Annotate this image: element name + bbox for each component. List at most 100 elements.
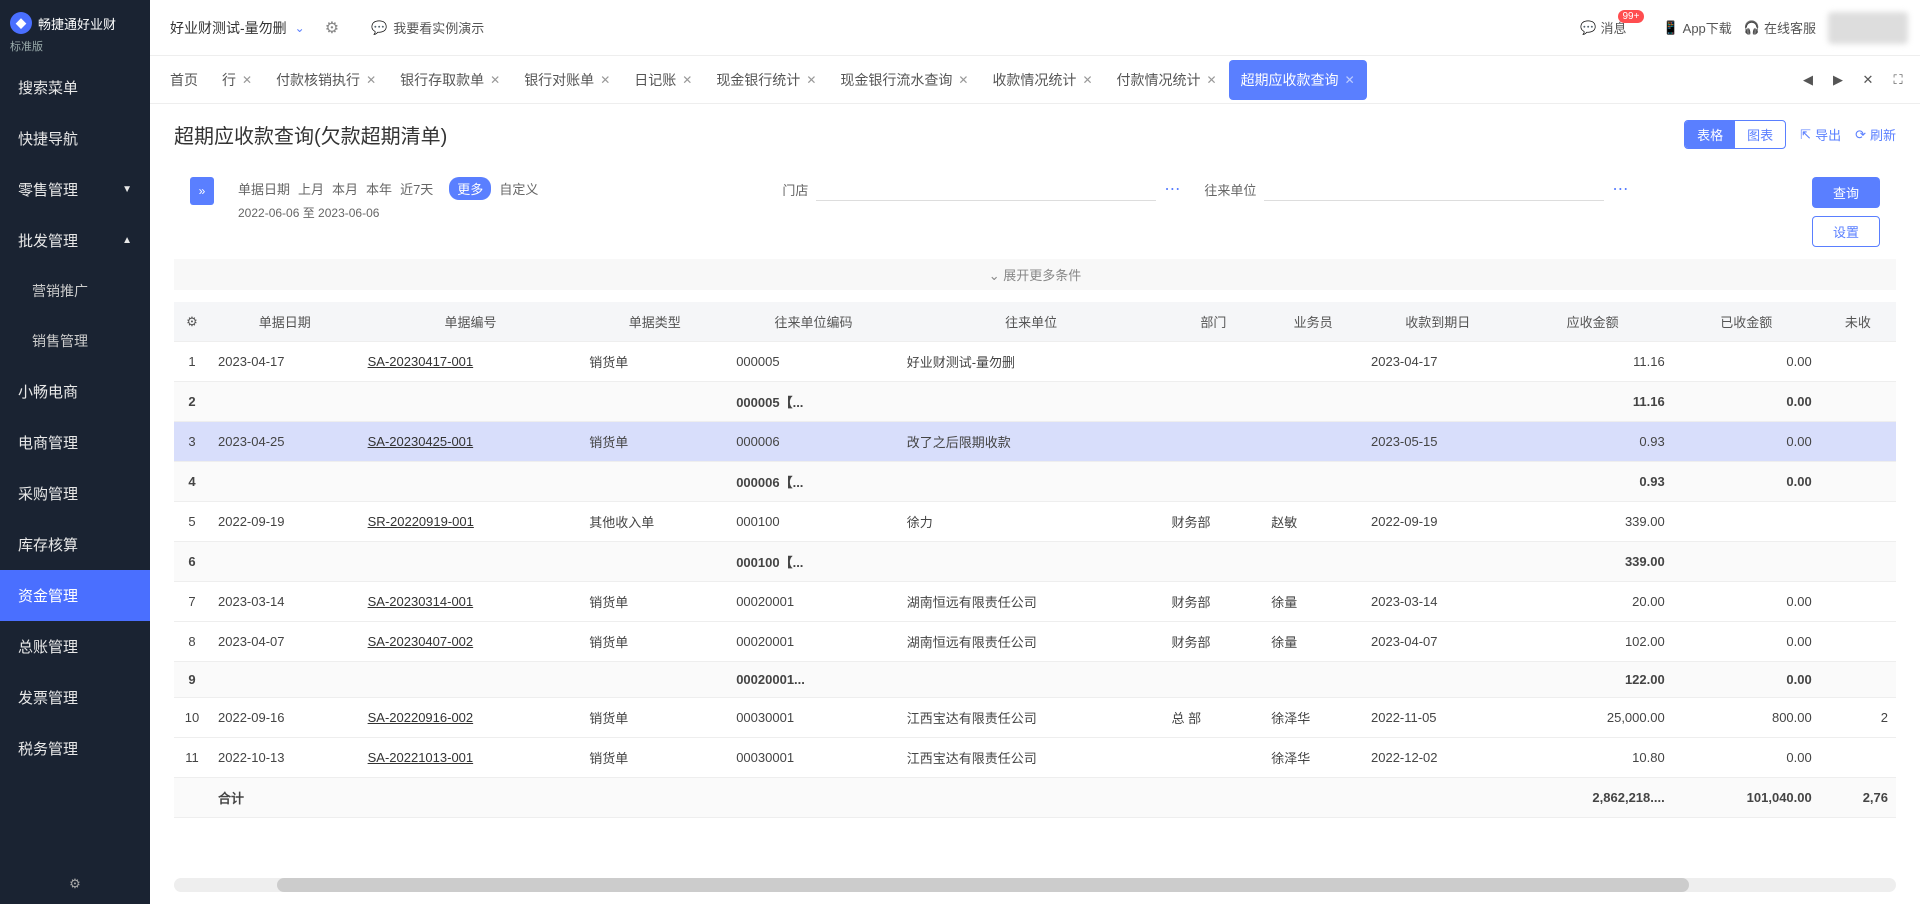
table-row[interactable]: 900020001...122.000.00 xyxy=(174,662,1896,698)
scrollbar-thumb[interactable] xyxy=(277,878,1689,892)
tab[interactable]: 超期应收款查询✕ xyxy=(1229,60,1367,100)
doc-link[interactable]: SA-20230425-001 xyxy=(368,434,474,449)
messages-button[interactable]: 💬 消息 99+ xyxy=(1580,18,1626,37)
user-avatar[interactable] xyxy=(1828,12,1908,44)
close-icon[interactable]: ✕ xyxy=(1082,73,1092,87)
tab-fullscreen[interactable]: ⛶ xyxy=(1884,66,1912,94)
partner-more-icon[interactable]: ⋯ xyxy=(1612,179,1628,199)
table-row[interactable]: 32023-04-25SA-20230425-001销货单000006改了之后限… xyxy=(174,422,1896,462)
table-header[interactable]: 单据编号 xyxy=(360,302,582,342)
date-chip[interactable]: 近7天 xyxy=(400,182,433,197)
tab[interactable]: 收款情况统计✕ xyxy=(980,60,1104,100)
tab[interactable]: 现金银行统计✕ xyxy=(704,60,828,100)
sidebar-item[interactable]: 销售管理 xyxy=(0,316,150,366)
table-header[interactable]: 收款到期日 xyxy=(1363,302,1513,342)
sidebar-item[interactable]: 电商管理 xyxy=(0,417,150,468)
close-icon[interactable]: ✕ xyxy=(1345,73,1355,87)
date-chip[interactable]: 本月 xyxy=(332,182,358,197)
table-row[interactable]: 52022-09-19SR-20220919-001其他收入单000100徐力财… xyxy=(174,502,1896,542)
table-header[interactable]: 业务员 xyxy=(1263,302,1363,342)
view-chart-pill[interactable]: 图表 xyxy=(1735,121,1785,148)
table-header[interactable]: 往来单位编码 xyxy=(728,302,898,342)
close-icon[interactable]: ✕ xyxy=(682,73,692,87)
tab[interactable]: 银行对账单✕ xyxy=(512,60,622,100)
doc-link[interactable]: SA-20230407-002 xyxy=(368,634,474,649)
sidebar-item[interactable]: 采购管理 xyxy=(0,468,150,519)
horizontal-scrollbar[interactable] xyxy=(174,878,1896,892)
date-chip[interactable]: 上月 xyxy=(298,182,324,197)
sidebar-item[interactable]: 发票管理 xyxy=(0,672,150,723)
tab[interactable]: 现金银行流水查询✕ xyxy=(828,60,980,100)
table-header[interactable]: 未收 xyxy=(1820,302,1896,342)
query-button[interactable]: 查询 xyxy=(1812,177,1880,208)
table-row[interactable]: 12023-04-17SA-20230417-001销货单000005好业财测试… xyxy=(174,342,1896,382)
gear-icon[interactable]: ⚙ xyxy=(325,18,339,38)
close-icon[interactable]: ✕ xyxy=(366,73,376,87)
table-row[interactable]: 72023-03-14SA-20230314-001销货单00020001湖南恒… xyxy=(174,582,1896,622)
date-chip-more[interactable]: 更多 xyxy=(449,177,491,200)
close-icon[interactable]: ✕ xyxy=(242,73,252,87)
table-header[interactable]: 已收金额 xyxy=(1673,302,1820,342)
data-table-wrap[interactable]: ⚙ 单据日期单据编号单据类型往来单位编码往来单位部门业务员收款到期日应收金额已收金… xyxy=(174,302,1896,874)
date-chip[interactable]: 本年 xyxy=(366,182,392,197)
gear-icon[interactable]: ⚙ xyxy=(186,314,198,329)
sidebar-item[interactable]: 快捷导航 xyxy=(0,113,150,164)
doc-link[interactable]: SA-20230417-001 xyxy=(368,354,474,369)
close-icon[interactable]: ✕ xyxy=(490,73,500,87)
tab[interactable]: 付款情况统计✕ xyxy=(1105,60,1229,100)
partner-filter-input[interactable] xyxy=(1264,177,1604,201)
tab-close-all[interactable]: ✕ xyxy=(1854,66,1882,94)
table-row[interactable]: 2000005【...11.160.00 xyxy=(174,382,1896,422)
customer-service-button[interactable]: 🎧 在线客服 xyxy=(1744,18,1816,37)
doc-link[interactable]: SA-20230314-001 xyxy=(368,594,474,609)
close-icon[interactable]: ✕ xyxy=(958,73,968,87)
doc-link[interactable]: SA-20220916-002 xyxy=(368,710,474,725)
tab[interactable]: 银行存取款单✕ xyxy=(388,60,512,100)
close-icon[interactable]: ✕ xyxy=(600,73,610,87)
refresh-button[interactable]: ⟳ 刷新 xyxy=(1855,125,1896,144)
store-more-icon[interactable]: ⋯ xyxy=(1164,179,1180,199)
org-selector[interactable]: 好业财测试-量勿删 ⌄ xyxy=(162,14,313,42)
table-header[interactable]: 往来单位 xyxy=(899,302,1164,342)
table-cell: 00020001 xyxy=(728,622,898,662)
doc-link[interactable]: SR-20220919-001 xyxy=(368,514,474,529)
tab[interactable]: 首页 xyxy=(158,60,210,100)
expand-filters-button[interactable]: ⌄ 展开更多条件 xyxy=(174,259,1896,290)
store-filter-input[interactable] xyxy=(816,177,1156,201)
sidebar-item[interactable]: 批发管理▲ xyxy=(0,215,150,266)
tab[interactable]: 行✕ xyxy=(210,60,264,100)
table-row[interactable]: 82023-04-07SA-20230407-002销货单00020001湖南恒… xyxy=(174,622,1896,662)
table-row[interactable]: 112022-10-13SA-20221013-001销货单00030001江西… xyxy=(174,738,1896,778)
tab-scroll-left[interactable]: ◀ xyxy=(1794,66,1822,94)
close-icon[interactable]: ✕ xyxy=(1207,73,1217,87)
table-header[interactable]: 应收金额 xyxy=(1513,302,1673,342)
sidebar-item[interactable]: 税务管理 xyxy=(0,723,150,774)
demo-link[interactable]: 💬 我要看实例演示 xyxy=(371,18,484,37)
table-header[interactable]: 单据日期 xyxy=(210,302,360,342)
table-header[interactable]: ⚙ xyxy=(174,302,210,342)
date-chip-custom[interactable]: 自定义 xyxy=(499,179,538,198)
sidebar-item[interactable]: 搜索菜单 xyxy=(0,62,150,113)
sidebar-item[interactable]: 营销推广 xyxy=(0,266,150,316)
table-row[interactable]: 4000006【...0.930.00 xyxy=(174,462,1896,502)
app-download-button[interactable]: 📱 App下载 xyxy=(1662,18,1731,37)
settings-gear-icon[interactable]: ⚙ xyxy=(0,864,150,904)
table-header[interactable]: 部门 xyxy=(1163,302,1263,342)
table-row[interactable]: 6000100【...339.00 xyxy=(174,542,1896,582)
export-button[interactable]: ⇱ 导出 xyxy=(1800,125,1841,144)
setting-button[interactable]: 设置 xyxy=(1812,216,1880,247)
table-row[interactable]: 102022-09-16SA-20220916-002销货单00030001江西… xyxy=(174,698,1896,738)
close-icon[interactable]: ✕ xyxy=(806,73,816,87)
view-table-pill[interactable]: 表格 xyxy=(1685,121,1735,148)
tab-scroll-right[interactable]: ▶ xyxy=(1824,66,1852,94)
sidebar-item[interactable]: 总账管理 xyxy=(0,621,150,672)
sidebar-item[interactable]: 小畅电商 xyxy=(0,366,150,417)
sidebar-item[interactable]: 资金管理 xyxy=(0,570,150,621)
sidebar-item[interactable]: 库存核算 xyxy=(0,519,150,570)
table-header[interactable]: 单据类型 xyxy=(581,302,728,342)
doc-link[interactable]: SA-20221013-001 xyxy=(368,750,474,765)
collapse-filters-button[interactable]: » xyxy=(190,177,214,205)
sidebar-item[interactable]: 零售管理▼ xyxy=(0,164,150,215)
tab[interactable]: 日记账✕ xyxy=(622,60,704,100)
tab[interactable]: 付款核销执行✕ xyxy=(264,60,388,100)
